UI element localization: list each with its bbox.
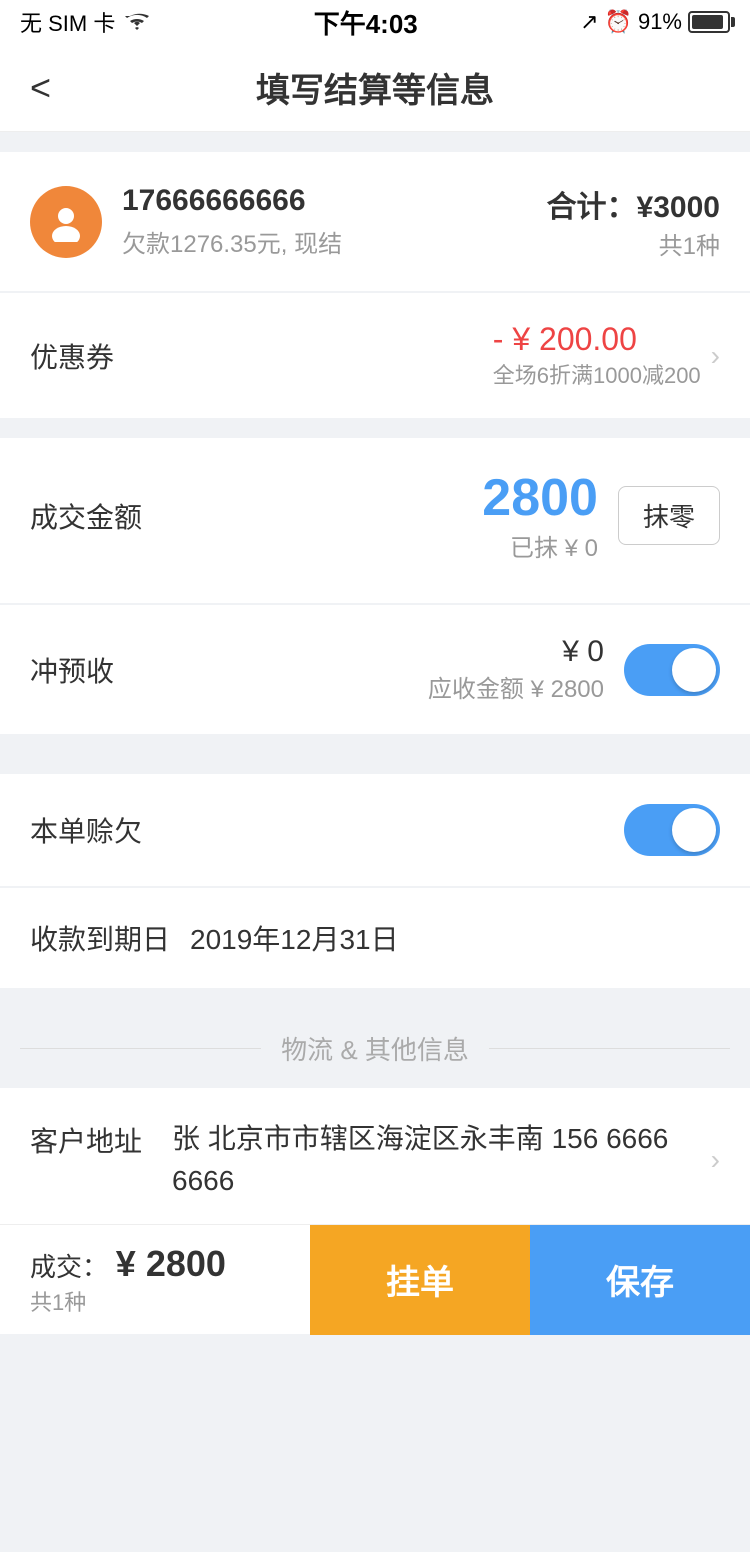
prepaid-section: 冲预收 ¥ 0 应收金额 ¥ 2800	[0, 605, 750, 734]
debt-toggle[interactable]	[624, 804, 720, 856]
total-sub: 共1种	[547, 226, 720, 261]
amount-section: 成交金额 2800 已抹 ¥ 0 抹零	[0, 438, 750, 603]
duedate-section: 收款到期日 2019年12月31日	[0, 888, 750, 988]
divider-line-right	[489, 1048, 730, 1049]
logistics-divider: 物流 & 其他信息	[0, 1008, 750, 1088]
address-label: 客户地址	[30, 1120, 142, 1160]
main-content: 17666666666 欠款1276.35元, 现结 合计：¥3000 共1种 …	[0, 152, 750, 1552]
bottom-summary-sub: 共1种	[30, 1285, 280, 1317]
duedate-label: 收款到期日	[30, 918, 170, 958]
bottom-summary-label: 成交：	[30, 1252, 108, 1282]
customer-total: 合计：¥3000 共1种	[547, 182, 720, 261]
hang-button[interactable]: 挂单	[310, 1225, 530, 1335]
divider-line-left	[20, 1048, 261, 1049]
wifi-icon	[123, 8, 151, 36]
amount-value: 2800	[482, 468, 598, 528]
coupon-amount: - ¥ 200.00	[493, 321, 701, 358]
coupon-chevron-icon: ›	[711, 340, 720, 372]
debt-toggle-knob	[672, 808, 716, 852]
nav-bar: < 填写结算等信息	[0, 44, 750, 132]
no-sim-text: 无 SIM 卡	[20, 6, 115, 38]
customer-left: 17666666666 欠款1276.35元, 现结	[30, 184, 342, 259]
bottom-summary-line1: 成交： ¥ 2800	[30, 1243, 280, 1285]
toggle-knob	[672, 648, 716, 692]
amount-label: 成交金额	[30, 496, 142, 536]
prepaid-sub: 应收金额 ¥ 2800	[428, 669, 604, 704]
prepaid-row: 冲预收 ¥ 0 应收金额 ¥ 2800	[30, 635, 720, 704]
total-amount: 合计：¥3000	[547, 182, 720, 226]
coupon-info: - ¥ 200.00 全场6折满1000减200	[493, 321, 701, 390]
bottom-summary: 成交： ¥ 2800 共1种	[0, 1243, 310, 1317]
debt-label: 本单赊欠	[30, 810, 142, 850]
customer-info-card: 17666666666 欠款1276.35元, 现结 合计：¥3000 共1种	[0, 152, 750, 291]
section-divider-1	[0, 418, 750, 438]
prepaid-toggle[interactable]	[624, 644, 720, 696]
debt-section: 本单赊欠	[0, 774, 750, 886]
back-button[interactable]: <	[20, 57, 61, 119]
coupon-right: - ¥ 200.00 全场6折满1000减200 ›	[493, 321, 720, 390]
logistics-divider-text: 物流 & 其他信息	[281, 1030, 469, 1067]
customer-details: 17666666666 欠款1276.35元, 现结	[122, 184, 342, 259]
avatar	[30, 186, 102, 258]
amount-row: 成交金额 2800 已抹 ¥ 0 抹零	[30, 468, 720, 563]
address-section[interactable]: 客户地址 张 北京市市辖区海淀区永丰南 156 6666 6666 ›	[0, 1088, 750, 1232]
round-button[interactable]: 抹零	[618, 486, 720, 545]
save-button[interactable]: 保存	[530, 1225, 750, 1335]
status-left: 无 SIM 卡	[20, 6, 151, 38]
customer-phone: 17666666666	[122, 184, 342, 218]
section-divider-2	[0, 734, 750, 754]
battery-icon	[688, 11, 730, 33]
coupon-row[interactable]: 优惠券 - ¥ 200.00 全场6折满1000减200 ›	[0, 293, 750, 418]
duedate-value: 2019年12月31日	[190, 918, 399, 958]
page-title: 填写结算等信息	[256, 63, 494, 112]
alarm-icon: ⏰	[605, 9, 632, 35]
prepaid-amount: ¥ 0	[428, 635, 604, 669]
duedate-row: 收款到期日 2019年12月31日	[30, 918, 720, 958]
coupon-label: 优惠券	[30, 336, 114, 376]
amount-right-group: 2800 已抹 ¥ 0 抹零	[482, 468, 720, 563]
amount-value-group: 2800 已抹 ¥ 0	[482, 468, 598, 563]
status-right: ↗ ⏰ 91%	[580, 9, 730, 35]
address-chevron-icon: ›	[711, 1144, 720, 1176]
prepaid-amount-group: ¥ 0 应收金额 ¥ 2800	[428, 635, 604, 704]
amount-sub: 已抹 ¥ 0	[482, 528, 598, 563]
status-bar: 无 SIM 卡 下午4:03 ↗ ⏰ 91%	[0, 0, 750, 44]
coupon-desc: 全场6折满1000减200	[493, 358, 701, 390]
bottom-summary-amount: ¥ 2800	[116, 1243, 226, 1284]
battery-percent: 91%	[638, 9, 682, 35]
prepaid-label: 冲预收	[30, 650, 114, 690]
location-icon: ↗	[580, 9, 598, 35]
bottom-bar: 成交： ¥ 2800 共1种 挂单 保存	[0, 1224, 750, 1334]
prepaid-right: ¥ 0 应收金额 ¥ 2800	[428, 635, 720, 704]
status-time: 下午4:03	[314, 4, 418, 41]
customer-sub: 欠款1276.35元, 现结	[122, 224, 342, 259]
address-value: 张 北京市市辖区海淀区永丰南 156 6666 6666	[172, 1118, 701, 1202]
